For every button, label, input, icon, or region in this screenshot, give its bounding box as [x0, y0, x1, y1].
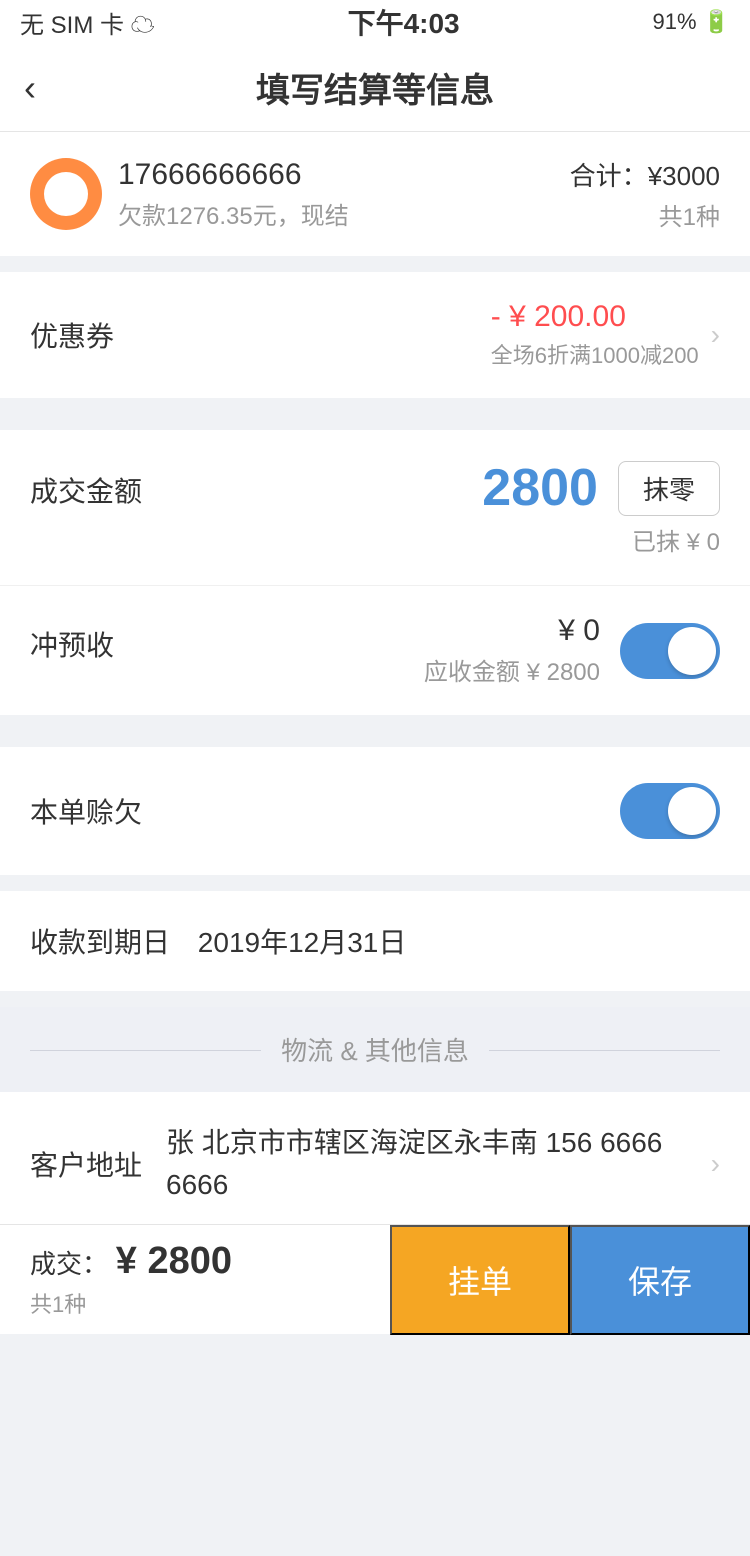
customer-phone: 17666666666 [118, 158, 349, 192]
customer-card: 17666666666 欠款1276.35元，现结 合计：¥3000 共1种 [0, 132, 750, 256]
total-label: 合计：¥3000 [570, 156, 720, 193]
bottom-amount: ¥ 2800 [116, 1240, 232, 1282]
customer-info: 17666666666 欠款1276.35元，现结 [118, 158, 349, 231]
debt-toggle-knob [668, 787, 716, 835]
coupon-row[interactable]: 优惠券 - ¥ 200.00 全场6折满1000减200 › [0, 272, 750, 398]
status-time: 下午4:03 [348, 2, 460, 42]
debt-label: 本单赊欠 [30, 791, 142, 831]
spacer-2 [0, 731, 750, 747]
coupon-desc: 全场6折满1000减200 [491, 338, 699, 370]
address-chevron-icon: › [711, 1148, 720, 1180]
transaction-section: 成交金额 2800 抹零 已抹 ¥ 0 冲预收 ¥ 0 应收金额 ¥ 2800 [0, 430, 750, 715]
avatar-inner [44, 172, 88, 216]
amount-sub: 已抹 ¥ 0 [632, 522, 720, 557]
coupon-value: - ¥ 200.00 [491, 300, 699, 334]
pre-receive-sub: 应收金额 ¥ 2800 [424, 652, 600, 687]
back-button[interactable]: ‹ [24, 67, 36, 109]
bottom-transaction-label: 成交： [30, 1249, 108, 1279]
page-title: 填写结算等信息 [256, 63, 494, 112]
bottom-bar: 成交： ¥ 2800 共1种 挂单 保存 [0, 1224, 750, 1334]
status-left: 无 SIM 卡 ☁ [20, 5, 155, 40]
debt-toggle[interactable] [620, 783, 720, 839]
transaction-row: 成交金额 2800 抹零 已抹 ¥ 0 [0, 430, 750, 586]
logistics-divider: 物流 & 其他信息 [0, 1007, 750, 1092]
total-count: 共1种 [570, 197, 720, 232]
debt-row: 本单赊欠 [0, 747, 750, 875]
round-button[interactable]: 抹零 [618, 461, 720, 516]
avatar [30, 158, 102, 230]
bottom-transaction-row: 成交： ¥ 2800 [30, 1240, 360, 1283]
amount-right: 2800 抹零 [482, 458, 720, 518]
coupon-value-block: - ¥ 200.00 全场6折满1000减200 [491, 300, 699, 370]
due-date-row: 收款到期日 2019年12月31日 [0, 891, 750, 991]
spacer-1 [0, 414, 750, 430]
debt-section: 本单赊欠 [0, 747, 750, 875]
toggle-knob [668, 627, 716, 675]
address-value: 张 北京市市辖区海淀区永丰南 156 6666 6666 [166, 1122, 711, 1206]
nav-bar: ‹ 填写结算等信息 [0, 44, 750, 132]
pre-receive-toggle[interactable] [620, 623, 720, 679]
bottom-count: 共1种 [30, 1287, 360, 1319]
coupon-label: 优惠券 [30, 315, 114, 355]
customer-debt: 欠款1276.35元，现结 [118, 196, 349, 231]
due-date-value: 2019年12月31日 [198, 927, 407, 958]
bottom-info: 成交： ¥ 2800 共1种 [0, 1240, 390, 1319]
save-button[interactable]: 保存 [570, 1225, 750, 1335]
battery-text: 91% [653, 9, 697, 35]
status-right: 91% 🔋 [653, 9, 730, 35]
pre-receive-right: ¥ 0 应收金额 ¥ 2800 [424, 614, 720, 687]
battery-icon: 🔋 [703, 9, 730, 35]
spacer-3 [0, 991, 750, 1007]
pending-button[interactable]: 挂单 [390, 1225, 570, 1335]
customer-left: 17666666666 欠款1276.35元，现结 [30, 158, 349, 231]
address-row[interactable]: 客户地址 张 北京市市辖区海淀区永丰南 156 6666 6666 › [0, 1092, 750, 1236]
coupon-chevron-icon: › [711, 319, 720, 351]
pre-receive-label: 冲预收 [30, 614, 114, 664]
transaction-amount: 2800 [482, 458, 598, 518]
signal-text: 无 SIM 卡 ☁ [20, 5, 155, 40]
pre-receive-value-block: ¥ 0 应收金额 ¥ 2800 [424, 614, 600, 687]
transaction-label: 成交金额 [30, 458, 142, 510]
pre-receive-amount: ¥ 0 [424, 614, 600, 648]
due-date-label: 收款到期日 [30, 927, 170, 958]
address-label: 客户地址 [30, 1144, 142, 1184]
pre-receive-row: 冲预收 ¥ 0 应收金额 ¥ 2800 [0, 586, 750, 715]
logistics-label: 物流 & 其他信息 [261, 1036, 489, 1066]
status-bar: 无 SIM 卡 ☁ 下午4:03 91% 🔋 [0, 0, 750, 44]
content-area: 17666666666 欠款1276.35元，现结 合计：¥3000 共1种 优… [0, 132, 750, 1556]
customer-right: 合计：¥3000 共1种 [570, 156, 720, 232]
